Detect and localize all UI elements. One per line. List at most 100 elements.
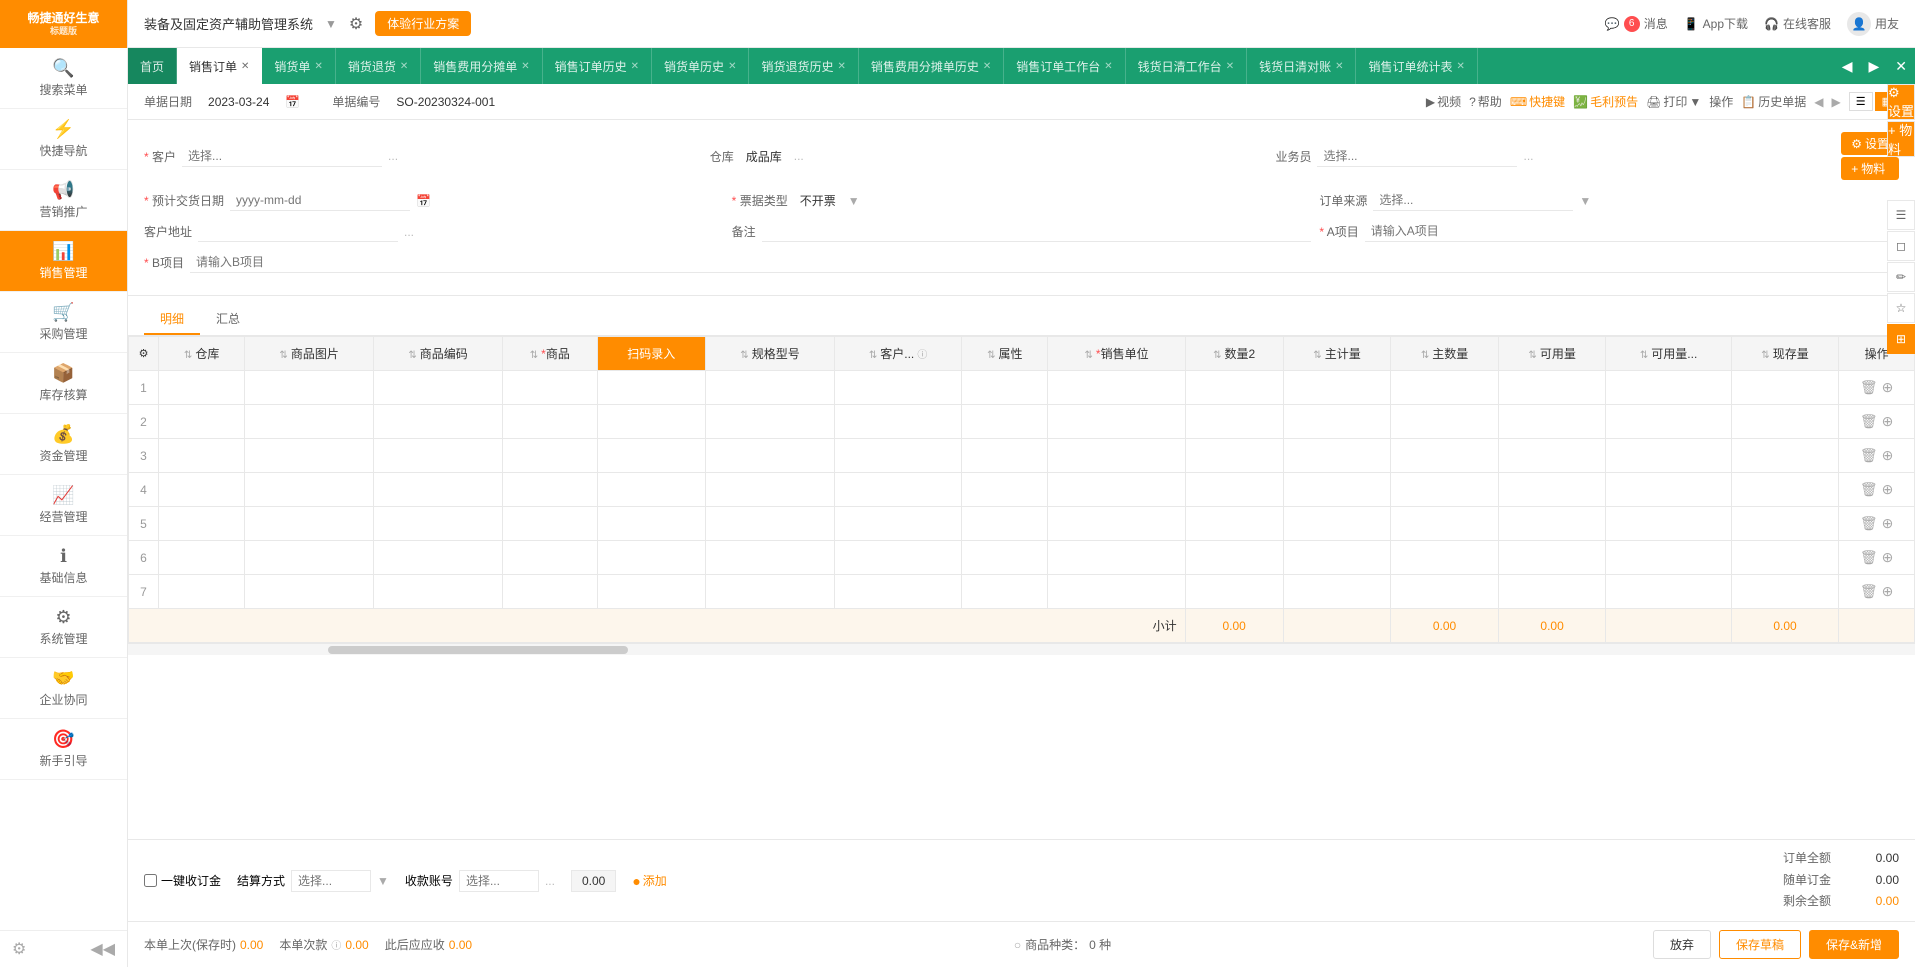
settings-icon[interactable]: ⚙	[349, 14, 363, 34]
col-scan[interactable]: 扫码录入	[597, 337, 706, 371]
tab-close-icon[interactable]: ✕	[241, 61, 249, 72]
right-panel-btn-1[interactable]: ☰	[1887, 200, 1915, 230]
view-action[interactable]: ▶ 视频	[1426, 93, 1461, 110]
tab-sales-return[interactable]: 销货退货 ✕	[336, 48, 421, 84]
nav-close-all-icon[interactable]: ✕	[1887, 58, 1915, 75]
sidebar-item-enterprise[interactable]: 🤝 企业协同	[0, 658, 127, 719]
customer-addr-input[interactable]	[198, 221, 398, 242]
copy-row-2-icon[interactable]: ⊕	[1882, 413, 1894, 430]
sidebar-item-search[interactable]: 🔍 搜索菜单	[0, 48, 127, 109]
copy-row-1-icon[interactable]: ⊕	[1882, 379, 1894, 396]
col-available2[interactable]: ⇅ 可用量...	[1606, 337, 1731, 371]
add-btn[interactable]: ● 添加	[632, 872, 666, 889]
right-panel-btn-5[interactable]: ⊞	[1887, 324, 1915, 354]
row-main-qty-1[interactable]	[1391, 371, 1499, 405]
tab-daily-reconcile[interactable]: 钱货日清对账 ✕	[1247, 48, 1356, 84]
discard-btn[interactable]: 放弃	[1653, 930, 1711, 959]
row-warehouse-2[interactable]	[159, 405, 245, 439]
row-available2-2[interactable]	[1606, 405, 1731, 439]
row-spec-2[interactable]	[706, 405, 835, 439]
row-product-2[interactable]	[503, 405, 598, 439]
calendar2-icon[interactable]: 📅	[416, 194, 431, 208]
col-spec[interactable]: ⇅ 规格型号	[706, 337, 835, 371]
row-customer-code-1[interactable]	[834, 371, 961, 405]
customer-input[interactable]	[182, 146, 382, 167]
help-action[interactable]: ? 帮助	[1469, 93, 1502, 110]
add-material-btn[interactable]: + 物料	[1887, 121, 1915, 157]
shortcut-action[interactable]: ⌨ 快捷键	[1510, 93, 1565, 110]
a-project-input[interactable]	[1365, 221, 1899, 242]
col-main-qty[interactable]: ⇅ 主数量	[1391, 337, 1499, 371]
copy-row-3-icon[interactable]: ⊕	[1882, 447, 1894, 464]
tab-close-icon[interactable]: ✕	[1104, 61, 1112, 72]
col-qty2[interactable]: ⇅ 数量2	[1185, 337, 1283, 371]
right-panel-btn-4[interactable]: ☆	[1887, 293, 1915, 323]
tab-close-icon[interactable]: ✕	[983, 61, 991, 72]
horizontal-scrollbar[interactable]	[128, 643, 1915, 655]
row-available-2[interactable]	[1498, 405, 1606, 439]
payment-input[interactable]	[291, 870, 371, 892]
row-scan-2[interactable]	[597, 405, 706, 439]
tab-order-workbench[interactable]: 销售订单工作台 ✕	[1004, 48, 1125, 84]
app-download-btn[interactable]: 📱 App下载	[1684, 15, 1748, 32]
order-source-input[interactable]	[1373, 190, 1573, 211]
tab-sales-order[interactable]: 销售订单 ✕	[177, 48, 262, 84]
calendar-icon[interactable]: 📅	[285, 95, 300, 109]
salesperson-dots[interactable]: ...	[1523, 149, 1533, 163]
tab-return-history[interactable]: 销货退货历史 ✕	[749, 48, 858, 84]
collapse-icon[interactable]: ◀◀	[90, 939, 115, 959]
tab-close-icon[interactable]: ✕	[1457, 61, 1465, 72]
col-stock[interactable]: ⇅ 现存量	[1731, 337, 1839, 371]
tab-invoice-history[interactable]: 销货单历史 ✕	[652, 48, 749, 84]
sidebar-item-sales[interactable]: 📊 销售管理	[0, 231, 127, 292]
col-image[interactable]: ⇅ 商品图片	[245, 337, 374, 371]
row-main-qty-2[interactable]	[1391, 405, 1499, 439]
col-attribute[interactable]: ⇅ 属性	[962, 337, 1048, 371]
industry-btn[interactable]: 体验行业方案	[375, 11, 471, 36]
row-spec-1[interactable]	[706, 371, 835, 405]
sidebar-item-marketing[interactable]: 📢 营销推广	[0, 170, 127, 231]
delete-row-7-icon[interactable]: 🗑	[1860, 583, 1878, 600]
row-image-2[interactable]	[245, 405, 374, 439]
col-available[interactable]: ⇅ 可用量	[1498, 337, 1606, 371]
row-main-unit-1[interactable]	[1283, 371, 1391, 405]
col-customer-code[interactable]: ⇅ 客户... ⓘ	[834, 337, 961, 371]
dropdown-arrow-icon[interactable]: ▼	[325, 17, 337, 31]
customer-dots[interactable]: ...	[388, 149, 398, 163]
message-btn[interactable]: 💬 6 消息	[1605, 15, 1668, 32]
tab-daily-workbench[interactable]: 钱货日清工作台 ✕	[1126, 48, 1247, 84]
salesperson-input[interactable]	[1317, 146, 1517, 167]
nav-next-form-icon[interactable]: ▶	[1831, 95, 1840, 109]
tab-close-icon[interactable]: ✕	[631, 61, 639, 72]
row-unit-2[interactable]	[1048, 405, 1185, 439]
account-input[interactable]	[459, 870, 539, 892]
user-btn[interactable]: 👤 用友	[1847, 12, 1899, 36]
copy-row-5-icon[interactable]: ⊕	[1882, 515, 1894, 532]
remark-input[interactable]	[762, 221, 1312, 242]
row-scan-1[interactable]	[597, 371, 706, 405]
print-action[interactable]: 🖨 打印 ▼	[1646, 93, 1701, 110]
nav-prev-form-icon[interactable]: ◀	[1814, 95, 1823, 109]
nav-next-icon[interactable]: ▶	[1860, 58, 1887, 75]
tab-close-icon[interactable]: ✕	[400, 61, 408, 72]
tab-close-icon[interactable]: ✕	[837, 61, 845, 72]
sidebar-item-operations[interactable]: 📈 经营管理	[0, 475, 127, 536]
row-warehouse-3[interactable]	[159, 439, 245, 473]
tab-order-history[interactable]: 销售订单历史 ✕	[543, 48, 652, 84]
account-dots[interactable]: ...	[545, 874, 555, 888]
one-click-checkbox[interactable]: 一键收订金	[144, 872, 221, 889]
delete-row-3-icon[interactable]: 🗑	[1860, 447, 1878, 464]
col-product[interactable]: ⇅ *商品	[503, 337, 598, 371]
delivery-input[interactable]	[230, 190, 410, 211]
delete-row-2-icon[interactable]: 🗑	[1860, 413, 1878, 430]
warehouse-dots[interactable]: ...	[794, 149, 804, 163]
delete-row-1-icon[interactable]: 🗑	[1860, 379, 1878, 396]
tab-detail[interactable]: 明细	[144, 304, 200, 335]
col-warehouse[interactable]: ⇅ 仓库	[159, 337, 245, 371]
tab-close-icon[interactable]: ✕	[728, 61, 736, 72]
row-attribute-1[interactable]	[962, 371, 1048, 405]
payment-dropdown-icon[interactable]: ▼	[377, 874, 389, 888]
sidebar-item-finance[interactable]: 💰 资金管理	[0, 414, 127, 475]
right-panel-btn-3[interactable]: ✏	[1887, 262, 1915, 292]
delete-row-6-icon[interactable]: 🗑	[1860, 549, 1878, 566]
